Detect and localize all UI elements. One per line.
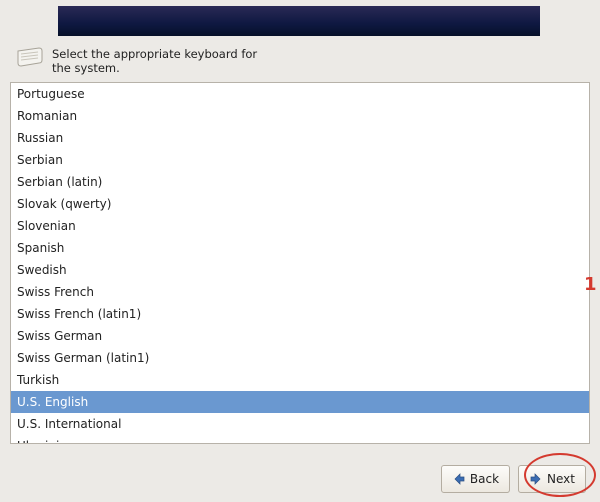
next-button-label: Next xyxy=(547,472,575,486)
keyboard-option[interactable]: Serbian xyxy=(11,149,589,171)
keyboard-list[interactable]: PortugueseRomanianRussianSerbianSerbian … xyxy=(11,83,589,443)
footer-buttons: Back Next xyxy=(0,456,600,502)
keyboard-option[interactable]: Swiss French xyxy=(11,281,589,303)
arrow-left-icon xyxy=(452,472,466,486)
installer-keyboard-screen: { "prompt": { "line1": "Select the appro… xyxy=(0,0,600,502)
keyboard-option[interactable]: Swedish xyxy=(11,259,589,281)
keyboard-list-container: PortugueseRomanianRussianSerbianSerbian … xyxy=(10,82,590,444)
keyboard-option[interactable]: Ukrainian xyxy=(11,435,589,443)
keyboard-option[interactable]: Swiss German xyxy=(11,325,589,347)
keyboard-option[interactable]: Slovak (qwerty) xyxy=(11,193,589,215)
keyboard-option[interactable]: Spanish xyxy=(11,237,589,259)
prompt-text: Select the appropriate keyboard for the … xyxy=(52,46,257,75)
keyboard-option[interactable]: Russian xyxy=(11,127,589,149)
keyboard-option[interactable]: Slovenian xyxy=(11,215,589,237)
back-button[interactable]: Back xyxy=(441,465,510,493)
prompt-area: Select the appropriate keyboard for the … xyxy=(16,46,576,75)
keyboard-option[interactable]: Turkish xyxy=(11,369,589,391)
keyboard-option[interactable]: Romanian xyxy=(11,105,589,127)
keyboard-option[interactable]: Swiss French (latin1) xyxy=(11,303,589,325)
keyboard-option[interactable]: U.S. International xyxy=(11,413,589,435)
prompt-line-2: the system. xyxy=(52,61,120,75)
keyboard-option[interactable]: Swiss German (latin1) xyxy=(11,347,589,369)
back-button-label: Back xyxy=(470,472,499,486)
keyboard-option[interactable]: Serbian (latin) xyxy=(11,171,589,193)
keyboard-option[interactable]: U.S. English xyxy=(11,391,589,413)
arrow-right-icon xyxy=(529,472,543,486)
next-button[interactable]: Next xyxy=(518,465,586,493)
keyboard-icon xyxy=(16,46,44,68)
prompt-line-1: Select the appropriate keyboard for xyxy=(52,47,257,61)
header-banner xyxy=(58,6,540,36)
keyboard-option[interactable]: Portuguese xyxy=(11,83,589,105)
